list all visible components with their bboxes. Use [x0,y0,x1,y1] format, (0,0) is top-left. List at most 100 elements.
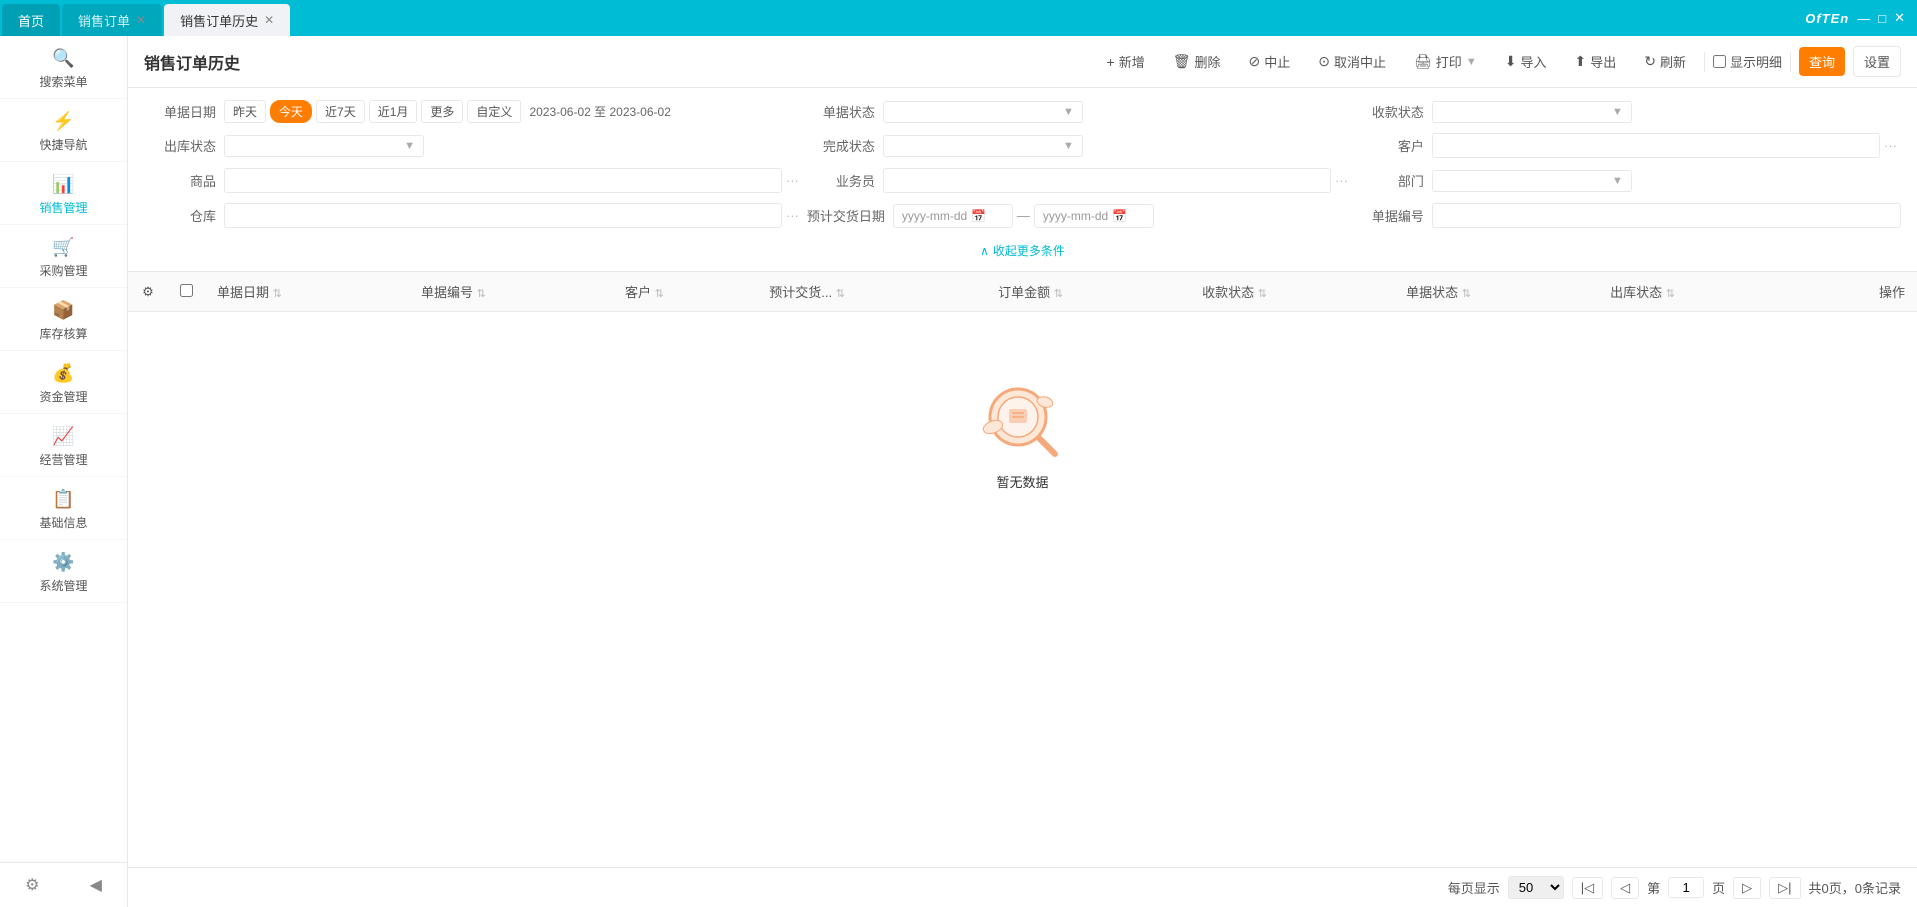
salesperson-input[interactable] [883,168,1331,193]
tab-sales-order[interactable]: 销售订单 ✕ [62,4,162,36]
th-customer[interactable]: 客户 ⇅ [613,272,757,312]
sidebar-item-sys-mgmt[interactable]: ⚙️ 系统管理 [0,540,127,603]
sidebar-item-fund-mgmt-label: 资金管理 [39,388,87,405]
display-cols-checkbox[interactable]: 显示明细 [1713,52,1782,71]
export-button[interactable]: ⬆ 导出 [1564,47,1626,76]
export-icon: ⬆ [1574,53,1586,70]
th-delivery[interactable]: 预计交货... ⇅ [757,272,986,312]
doc-number-input[interactable] [1432,203,1901,228]
date-btn-more[interactable]: 更多 [421,100,463,123]
th-doc-status-sort: ⇅ [1462,288,1471,300]
delivery-date-end[interactable]: yyyy-mm-dd 📅 [1034,204,1154,228]
payment-status-label: 收款状态 [1352,102,1432,121]
tab-sales-order-history-close[interactable]: ✕ [264,13,274,27]
calendar-end-icon: 📅 [1112,209,1127,223]
new-button[interactable]: + 新增 [1097,47,1155,76]
import-button[interactable]: ⬇ 导入 [1495,47,1557,76]
stop-button[interactable]: ⊘ 中止 [1239,47,1301,76]
ship-status-select[interactable]: ▼ [224,135,424,157]
print-label: 打印 [1436,52,1462,71]
last-page-btn[interactable]: ▷| [1769,877,1800,899]
minimize-btn[interactable]: — [1857,11,1870,26]
filter-dept-col: 部门 ▼ [1352,170,1901,192]
sidebar-item-fund-mgmt[interactable]: 💰 资金管理 [0,351,127,414]
th-date-sort: ⇅ [273,288,282,300]
cancel-stop-button[interactable]: ⊙ 取消中止 [1308,47,1396,76]
sidebar-item-purchase-mgmt[interactable]: 🛒 采购管理 [0,225,127,288]
ops-mgmt-icon: 📈 [52,426,74,447]
date-btn-7days[interactable]: 近7天 [316,100,365,123]
first-page-btn[interactable]: |◁ [1572,877,1603,899]
display-cols-input[interactable] [1713,55,1726,68]
tab-sales-order-close[interactable]: ✕ [136,13,146,27]
sidebar-collapse-btn[interactable]: ◀ [82,871,110,899]
doc-status-select[interactable]: ▼ [883,101,1083,123]
maximize-btn[interactable]: □ [1878,11,1886,26]
filter-row-2: 出库状态 ▼ 完成状态 ▼ 客户 [144,133,1901,158]
date-btn-today[interactable]: 今天 [270,100,312,123]
tab-sales-order-history[interactable]: 销售订单历史 ✕ [164,4,290,36]
table-settings-icon[interactable]: ⚙ [142,284,154,299]
select-all-checkbox[interactable] [180,284,193,297]
th-customer-label: 客户 [625,285,651,300]
th-ship-status-label: 出库状态 [1610,285,1662,300]
page-number-input[interactable] [1668,877,1704,898]
refresh-icon: ↻ [1644,53,1656,70]
th-amount[interactable]: 订单金额 ⇅ [986,272,1190,312]
warehouse-dots[interactable]: ··· [782,208,803,223]
date-btn-month[interactable]: 近1月 [369,100,418,123]
content-area: 销售订单历史 + 新增 🗑 删除 ⊘ 中止 ⊙ 取消中止 [128,36,1917,907]
page-title-bar: 销售订单历史 + 新增 🗑 删除 ⊘ 中止 ⊙ 取消中止 [128,36,1917,88]
salesperson-dots[interactable]: ··· [1331,173,1352,188]
th-amount-label: 订单金额 [998,285,1050,300]
sidebar-item-quick-nav[interactable]: ⚡ 快捷导航 [0,99,127,162]
sidebar: 🔍 搜索菜单 ⚡ 快捷导航 📊 销售管理 🛒 采购管理 📦 库存核算 💰 资金管… [0,36,128,907]
th-checkbox[interactable] [168,272,205,312]
calendar-start-icon: 📅 [971,209,986,223]
tab-home[interactable]: 首页 [2,4,60,36]
th-payment[interactable]: 收款状态 ⇅ [1190,272,1394,312]
product-dots[interactable]: ··· [782,173,803,188]
date-btn-custom[interactable]: 自定义 [467,100,521,123]
ship-status-label: 出库状态 [144,136,224,155]
collapse-text: 收起更多条件 [993,242,1065,259]
dept-select[interactable]: ▼ [1432,170,1632,192]
complete-status-chevron: ▼ [1063,140,1074,152]
warehouse-input[interactable] [224,203,782,228]
payment-status-select[interactable]: ▼ [1432,101,1632,123]
customer-input[interactable] [1432,133,1880,158]
product-input[interactable] [224,168,782,193]
delivery-date-start[interactable]: yyyy-mm-dd 📅 [893,204,1013,228]
th-doc-status[interactable]: 单据状态 ⇅ [1394,272,1598,312]
sidebar-item-ops-mgmt[interactable]: 📈 经营管理 [0,414,127,477]
sidebar-item-sales-mgmt[interactable]: 📊 销售管理 [0,162,127,225]
close-btn[interactable]: ✕ [1894,10,1905,26]
filter-warehouse-col: 仓库 ··· [144,203,803,228]
sidebar-item-inventory-calc[interactable]: 📦 库存核算 [0,288,127,351]
sidebar-item-search-menu-label: 搜索菜单 [39,73,87,90]
th-settings[interactable]: ⚙ [128,272,168,312]
sidebar-settings-btn[interactable]: ⚙ [17,871,47,899]
settings-button[interactable]: 设置 [1853,46,1901,77]
print-button[interactable]: 🖨 打印 ▼ [1404,47,1487,76]
toolbar-sep2 [1790,52,1791,72]
refresh-button[interactable]: ↻ 刷新 [1634,47,1696,76]
date-range-text: 2023-06-02 至 2023-06-02 [529,103,670,120]
customer-dots[interactable]: ··· [1880,138,1901,153]
sidebar-item-basic-info[interactable]: 📋 基础信息 [0,477,127,540]
date-btn-yesterday[interactable]: 昨天 [224,100,266,123]
per-page-select[interactable]: 10 20 50 100 [1508,876,1564,899]
prev-page-btn[interactable]: ◁ [1611,877,1639,899]
query-button[interactable]: 查询 [1799,47,1845,76]
th-number[interactable]: 单据编号 ⇅ [409,272,613,312]
warehouse-label: 仓库 [144,206,224,225]
th-ship-status[interactable]: 出库状态 ⇅ [1598,272,1802,312]
delete-button[interactable]: 🗑 删除 [1163,47,1231,76]
sidebar-item-search-menu[interactable]: 🔍 搜索菜单 [0,36,127,99]
next-page-btn[interactable]: ▷ [1733,877,1761,899]
filter-salesperson-col: 业务员 ··· [803,168,1352,193]
th-date[interactable]: 单据日期 ⇅ [205,272,409,312]
collapse-bar[interactable]: ∧ 收起更多条件 [144,238,1901,259]
tab-sales-order-label: 销售订单 [78,11,130,30]
complete-status-select[interactable]: ▼ [883,135,1083,157]
